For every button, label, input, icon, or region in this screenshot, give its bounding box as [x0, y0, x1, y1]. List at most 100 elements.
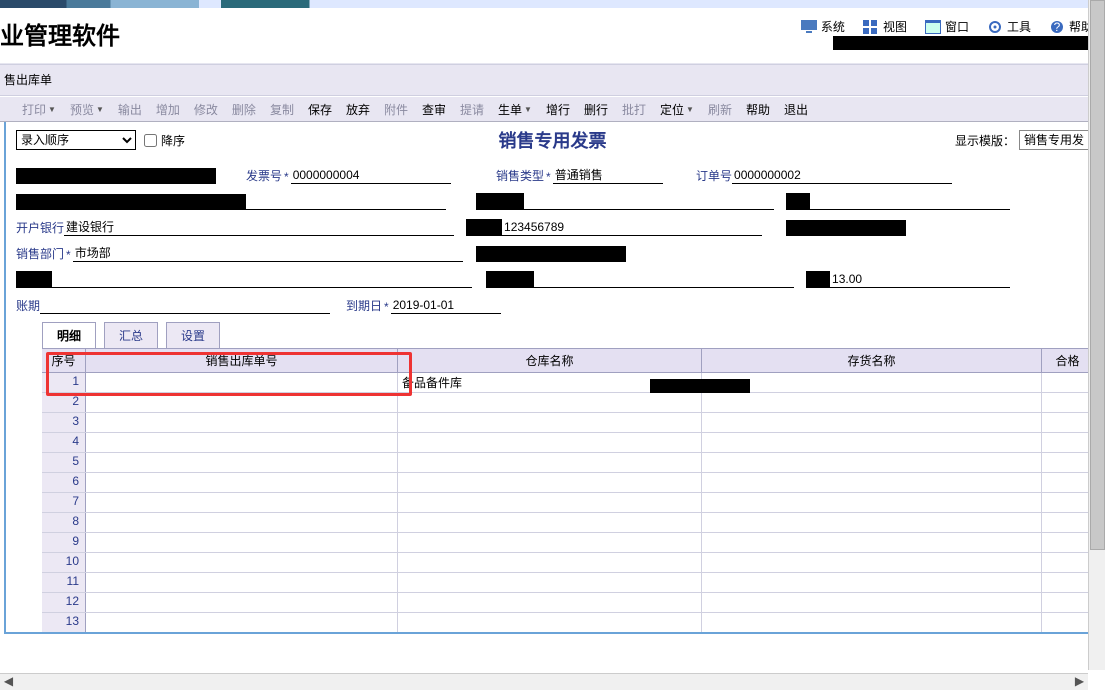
tax-rate-field[interactable]: 13.00 — [830, 272, 1010, 288]
dept-field[interactable]: 市场部 — [73, 244, 463, 262]
cell-flag[interactable] — [1042, 433, 1094, 452]
table-row[interactable]: 6 — [42, 473, 1099, 493]
table-row[interactable]: 3 — [42, 413, 1099, 433]
invoice-no-field[interactable]: 0000000004 — [291, 168, 451, 184]
cell-deliv_no[interactable] — [86, 593, 398, 612]
col-warehouse[interactable]: 仓库名称 — [398, 349, 702, 372]
cell-stock[interactable] — [702, 533, 1042, 552]
cell-flag[interactable] — [1042, 413, 1094, 432]
cell-stock[interactable] — [702, 553, 1042, 572]
due-field[interactable]: 2019-01-01 — [391, 298, 501, 314]
cust-addr-field[interactable] — [524, 194, 774, 210]
table-row[interactable]: 11 — [42, 573, 1099, 593]
cell-deliv_no[interactable] — [86, 513, 398, 532]
sort-order-select[interactable]: 录入顺序 — [16, 130, 136, 150]
tb-add[interactable]: 增加 — [150, 101, 186, 118]
tb-help[interactable]: 帮助 — [740, 101, 776, 118]
cell-warehouse[interactable] — [398, 513, 702, 532]
scroll-right-icon[interactable]: ▶ — [1071, 675, 1088, 690]
cell-flag[interactable] — [1042, 533, 1094, 552]
tb-delrow[interactable]: 删行 — [578, 101, 614, 118]
cell-stock[interactable] — [702, 433, 1042, 452]
cell-warehouse[interactable] — [398, 413, 702, 432]
cell-flag[interactable] — [1042, 553, 1094, 572]
cell-stock[interactable] — [702, 613, 1042, 632]
tb-locate[interactable]: 定位▼ — [654, 101, 700, 118]
cell-flag[interactable] — [1042, 513, 1094, 532]
col-deliv-no[interactable]: 销售出库单号 — [86, 349, 398, 372]
cell-flag[interactable] — [1042, 493, 1094, 512]
cell-flag[interactable] — [1042, 573, 1094, 592]
tab-detail[interactable]: 明细 — [42, 322, 96, 348]
cell-stock[interactable] — [702, 453, 1042, 472]
period-field[interactable] — [40, 298, 330, 314]
cell-warehouse[interactable] — [398, 533, 702, 552]
menu-tools[interactable]: 工具 — [987, 18, 1031, 35]
cell-deliv_no[interactable] — [86, 493, 398, 512]
cell-stock[interactable] — [702, 513, 1042, 532]
tb-output[interactable]: 输出 — [112, 101, 148, 118]
cell-warehouse[interactable] — [398, 493, 702, 512]
cell-stock[interactable] — [702, 573, 1042, 592]
cell-deliv_no[interactable] — [86, 393, 398, 412]
cell-stock[interactable] — [702, 473, 1042, 492]
template-select[interactable]: 销售专用发 — [1019, 130, 1089, 150]
table-row[interactable]: 8 — [42, 513, 1099, 533]
desc-checkbox[interactable]: 降序 — [144, 132, 185, 149]
table-row[interactable]: 10 — [42, 553, 1099, 573]
pay-terms-field[interactable] — [534, 272, 794, 288]
cell-deliv_no[interactable] — [86, 573, 398, 592]
cell-warehouse[interactable] — [398, 453, 702, 472]
cell-warehouse[interactable] — [398, 593, 702, 612]
tb-delete[interactable]: 删除 — [226, 101, 262, 118]
cell-warehouse[interactable] — [398, 473, 702, 492]
table-row[interactable]: 9 — [42, 533, 1099, 553]
table-row[interactable]: 13 — [42, 613, 1099, 633]
cell-flag[interactable] — [1042, 373, 1094, 392]
tb-addrow[interactable]: 增行 — [540, 101, 576, 118]
cell-warehouse[interactable] — [398, 613, 702, 632]
cell-flag[interactable] — [1042, 613, 1094, 632]
tb-batch[interactable]: 批打 — [616, 101, 652, 118]
account-no-field[interactable]: 123456789 — [502, 220, 762, 236]
cell-stock[interactable] — [702, 393, 1042, 412]
tb-preview[interactable]: 预览▼ — [64, 101, 110, 118]
cell-stock[interactable] — [702, 373, 1042, 392]
cell-flag[interactable] — [1042, 593, 1094, 612]
cell-stock[interactable] — [702, 413, 1042, 432]
remark-field[interactable] — [52, 272, 472, 288]
horizontal-scrollbar[interactable]: ◀ ▶ — [0, 673, 1088, 690]
tab-settings[interactable]: 设置 — [166, 322, 220, 348]
cell-stock[interactable] — [702, 493, 1042, 512]
order-no-field[interactable]: 0000000002 — [732, 168, 952, 184]
cell-stock[interactable] — [702, 593, 1042, 612]
cell-deliv_no[interactable] — [86, 373, 398, 392]
cell-warehouse[interactable] — [398, 393, 702, 412]
cell-deliv_no[interactable] — [86, 613, 398, 632]
tab-summary[interactable]: 汇总 — [104, 322, 158, 348]
menu-window[interactable]: 窗口 — [925, 18, 969, 35]
menu-help[interactable]: ?帮助 — [1049, 18, 1093, 35]
cell-flag[interactable] — [1042, 453, 1094, 472]
table-row[interactable]: 12 — [42, 593, 1099, 613]
cell-deliv_no[interactable] — [86, 453, 398, 472]
tb-gen[interactable]: 生单▼ — [492, 101, 538, 118]
scrollbar-thumb[interactable] — [1090, 0, 1105, 550]
phone-field[interactable] — [810, 194, 1010, 210]
table-row[interactable]: 5 — [42, 453, 1099, 473]
table-row[interactable]: 2 — [42, 393, 1099, 413]
tb-submit[interactable]: 提请 — [454, 101, 490, 118]
tb-exit[interactable]: 退出 — [778, 101, 814, 118]
cell-deliv_no[interactable] — [86, 533, 398, 552]
col-flag[interactable]: 合格 — [1042, 349, 1094, 372]
cell-deliv_no[interactable] — [86, 413, 398, 432]
table-row[interactable]: 1备品备件库 — [42, 373, 1099, 393]
cell-warehouse[interactable] — [398, 553, 702, 572]
tb-audit[interactable]: 查审 — [416, 101, 452, 118]
table-row[interactable]: 4 — [42, 433, 1099, 453]
tb-print[interactable]: 打印▼ — [16, 101, 62, 118]
bank-field[interactable]: 建设银行 — [64, 218, 454, 236]
tb-refresh[interactable]: 刷新 — [702, 101, 738, 118]
tb-modify[interactable]: 修改 — [188, 101, 224, 118]
cell-warehouse[interactable] — [398, 573, 702, 592]
